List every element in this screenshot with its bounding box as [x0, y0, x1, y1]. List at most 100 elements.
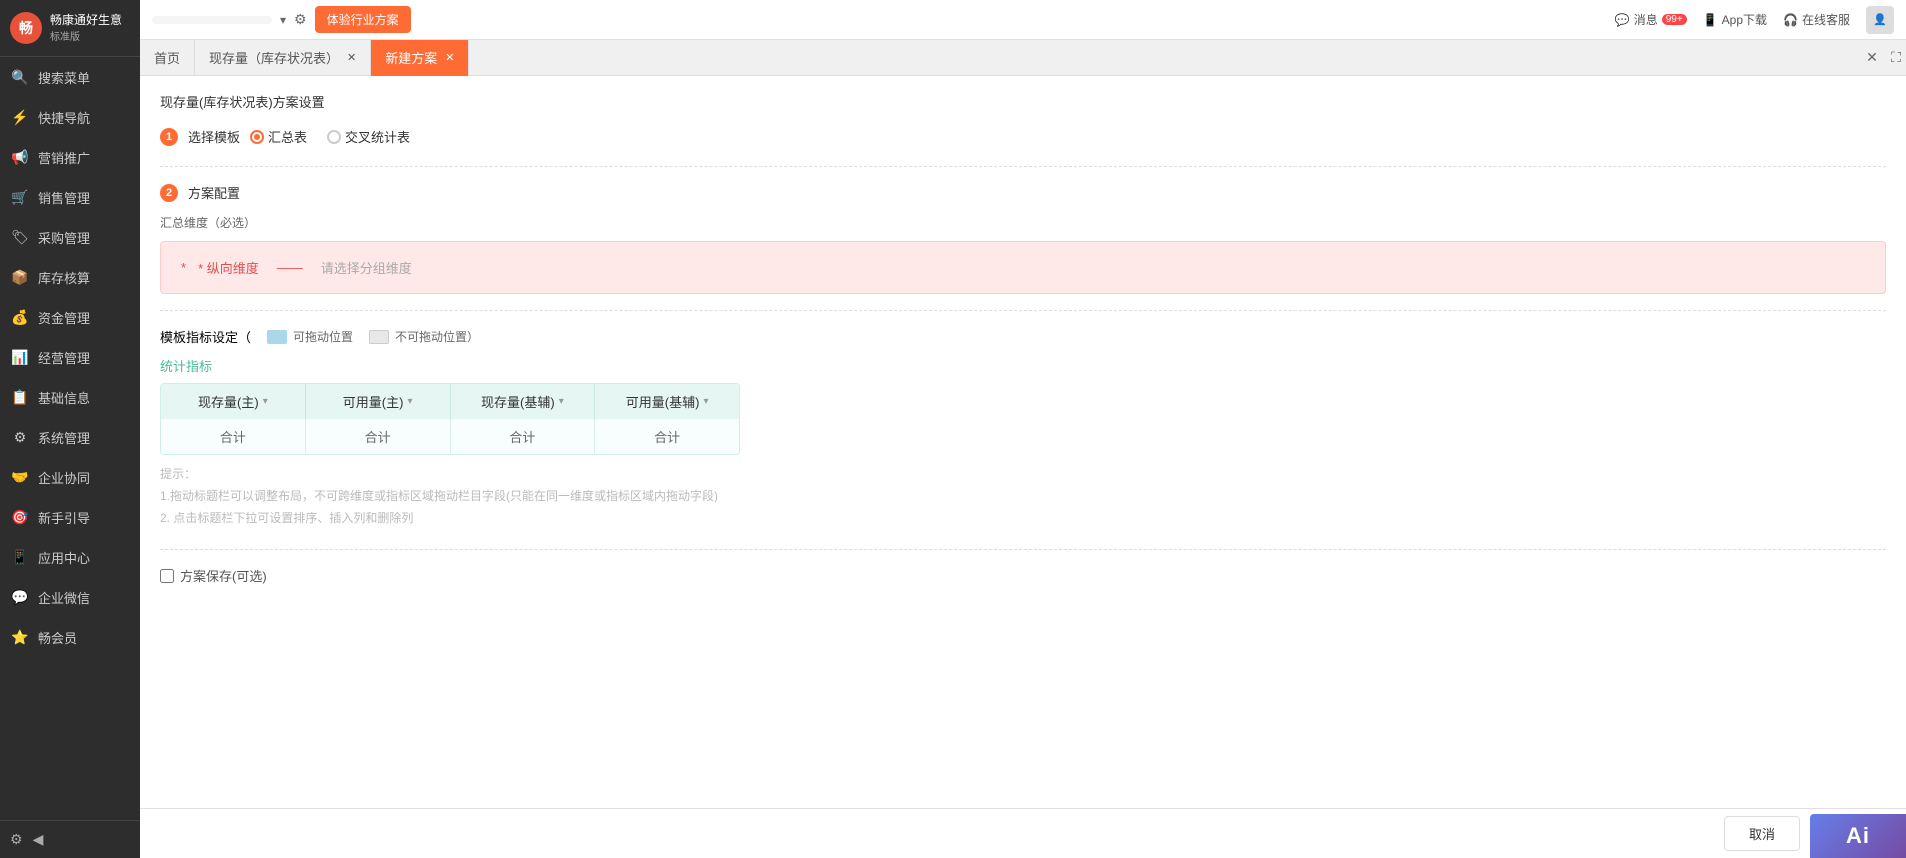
sidebar-item-inventory[interactable]: 📦 库存核算 — [0, 257, 140, 297]
avatar-placeholder: 👤 — [1873, 13, 1887, 26]
member-icon: ⭐ — [10, 627, 30, 647]
step1-header: 1 选择模板 汇总表 交叉统计表 — [160, 127, 1886, 146]
topbar-gear-icon[interactable]: ⚙ — [294, 11, 307, 28]
sidebar-item-system[interactable]: ⚙ 系统管理 — [0, 417, 140, 457]
movable-box — [267, 330, 287, 344]
step2-section: 2 方案配置 汇总维度（必选） * * 纵向维度 —— 请选择分组维度 模 — [160, 183, 1886, 529]
sidebar-finance-label: 资金管理 — [38, 308, 90, 327]
cooperation-icon: 🤝 — [10, 467, 30, 487]
tab-bar: 首页 现存量（库存状况表） ✕ 新建方案 ✕ ✕ ⛶ — [140, 40, 1906, 76]
user-avatar[interactable]: 👤 — [1866, 6, 1894, 34]
sidebar-item-basic-info[interactable]: 📋 基础信息 — [0, 377, 140, 417]
step-divider-1 — [160, 166, 1886, 167]
stats-col-0-label: 现存量(主) — [198, 392, 259, 411]
save-checkbox[interactable] — [160, 569, 174, 583]
settings-icon[interactable]: ⚙ — [10, 831, 23, 848]
message-btn[interactable]: 💬 消息 99+ — [1615, 11, 1687, 28]
cancel-button[interactable]: 取消 — [1724, 816, 1800, 851]
marketing-icon: 📢 — [10, 147, 30, 167]
tab-inventory[interactable]: 现存量（库存状况表） ✕ — [195, 40, 371, 76]
finance-icon: 💰 — [10, 307, 30, 327]
sidebar-item-purchase[interactable]: 🏷 采购管理 — [0, 217, 140, 257]
sidebar-bottom: ⚙ ◀ — [0, 820, 140, 858]
sidebar-item-search[interactable]: 🔍 搜索菜单 — [0, 57, 140, 97]
movable-label: 可拖动位置 — [293, 328, 353, 345]
step1-label: 选择模板 — [188, 127, 240, 146]
sidebar-item-cooperation[interactable]: 🤝 企业协同 — [0, 457, 140, 497]
stats-data-col-0: 合计 — [161, 419, 306, 454]
fixed-indicator: 不可拖动位置） — [369, 328, 479, 345]
sidebar-item-marketing[interactable]: 📢 营销推广 — [0, 137, 140, 177]
stats-header-col-1[interactable]: 可用量(主) ▾ — [306, 384, 451, 419]
tips-item-1: 2. 点击标题栏下拉可设置排序、插入列和删除列 — [160, 508, 1886, 530]
system-icon: ⚙ — [10, 427, 30, 447]
bottom-bar: 取消 查询 — [140, 808, 1906, 858]
newcomer-icon: 🎯 — [10, 507, 30, 527]
tab-new-plan[interactable]: 新建方案 ✕ — [371, 40, 469, 76]
tab-home[interactable]: 首页 — [140, 40, 195, 76]
window-expand-icon[interactable]: ⛶ — [1886, 48, 1906, 68]
stats-header-col-2[interactable]: 现存量(基辅) ▾ — [451, 384, 596, 419]
topbar-left: ▾ ⚙ 体验行业方案 — [152, 6, 1605, 33]
sidebar-item-operations[interactable]: 📊 经营管理 — [0, 337, 140, 377]
topbar-right: 💬 消息 99+ 📱 App下载 🎧 在线客服 👤 — [1615, 6, 1894, 34]
operations-icon: 📊 — [10, 347, 30, 367]
stats-col-3-chevron[interactable]: ▾ — [703, 396, 708, 407]
sidebar-operations-label: 经营管理 — [38, 348, 90, 367]
collapse-icon[interactable]: ◀ — [33, 831, 44, 848]
sidebar-sales-label: 销售管理 — [38, 188, 90, 207]
app-center-icon: 📱 — [10, 547, 30, 567]
search-icon: 🔍 — [10, 67, 30, 87]
dimension-selector-box[interactable]: * * 纵向维度 —— 请选择分组维度 — [160, 241, 1886, 294]
stats-data-row: 合计 合计 合计 合计 — [161, 419, 739, 454]
step1-number: 1 — [160, 128, 178, 146]
sidebar-item-quick-nav[interactable]: ⚡ 快捷导航 — [0, 97, 140, 137]
indicator-section-label: 模板指标设定（ — [160, 327, 251, 346]
radio-summary[interactable]: 汇总表 — [250, 127, 307, 146]
headset-icon: 🎧 — [1783, 13, 1798, 27]
sidebar-item-sales[interactable]: 🛒 销售管理 — [0, 177, 140, 217]
sidebar-purchase-label: 采购管理 — [38, 228, 90, 247]
sidebar-quick-nav-label: 快捷导航 — [38, 108, 90, 127]
tab-new-plan-close[interactable]: ✕ — [445, 51, 454, 64]
radio-cross-dot — [327, 130, 341, 144]
stats-col-2-chevron[interactable]: ▾ — [559, 396, 564, 407]
stats-col-0-chevron[interactable]: ▾ — [263, 396, 268, 407]
stats-col-1-chevron[interactable]: ▾ — [407, 396, 412, 407]
online-service-btn[interactable]: 🎧 在线客服 — [1783, 11, 1850, 28]
save-row: 方案保存(可选) — [160, 566, 1886, 585]
step2-label: 方案配置 — [188, 183, 240, 202]
stats-data-col-1: 合计 — [306, 419, 451, 454]
dimension-placeholder: 请选择分组维度 — [321, 258, 412, 277]
stats-header-col-0[interactable]: 现存量(主) ▾ — [161, 384, 306, 419]
sidebar-item-app-center[interactable]: 📱 应用中心 — [0, 537, 140, 577]
ai-badge[interactable]: Ai — [1810, 814, 1906, 858]
radio-summary-dot — [250, 130, 264, 144]
sidebar-cooperation-label: 企业协同 — [38, 468, 90, 487]
stats-header-row: 现存量(主) ▾ 可用量(主) ▾ 现存量(基辅) ▾ — [161, 384, 739, 419]
tab-new-plan-label: 新建方案 — [385, 48, 437, 67]
radio-cross[interactable]: 交叉统计表 — [327, 127, 410, 146]
stats-col-2-label: 现存量(基辅) — [481, 392, 555, 411]
stats-header-col-3[interactable]: 可用量(基辅) ▾ — [595, 384, 739, 419]
dash-separator: —— — [277, 260, 303, 275]
fixed-label: 不可拖动位置） — [395, 328, 479, 345]
sidebar-item-newcomer[interactable]: 🎯 新手引导 — [0, 497, 140, 537]
topbar-dropdown-icon[interactable]: ▾ — [280, 13, 286, 27]
radio-cross-label: 交叉统计表 — [345, 127, 410, 146]
app-download-btn[interactable]: 📱 App下载 — [1703, 11, 1767, 28]
sidebar-item-wechat[interactable]: 💬 企业微信 — [0, 577, 140, 617]
panel-title: 现存量(库存状况表)方案设置 — [160, 92, 1886, 111]
sidebar-item-member[interactable]: ⭐ 畅会员 — [0, 617, 140, 657]
sidebar-item-finance[interactable]: 💰 资金管理 — [0, 297, 140, 337]
tab-inventory-close[interactable]: ✕ — [347, 51, 356, 64]
step-divider-2 — [160, 310, 1886, 311]
content-area: 现存量(库存状况表)方案设置 1 选择模板 汇总表 — [140, 76, 1906, 808]
industry-btn[interactable]: 体验行业方案 — [315, 6, 411, 33]
sidebar: 畅 畅康通好生意 标准版 🔍 搜索菜单 ⚡ 快捷导航 📢 营销推广 🛒 销售管理… — [0, 0, 140, 858]
stats-table: 现存量(主) ▾ 可用量(主) ▾ 现存量(基辅) ▾ — [160, 383, 740, 455]
topbar-search[interactable] — [152, 16, 272, 24]
step1-section: 1 选择模板 汇总表 交叉统计表 — [160, 127, 1886, 146]
app-name: 畅康通好生意 — [50, 13, 122, 29]
window-close-icon[interactable]: ✕ — [1862, 48, 1882, 68]
